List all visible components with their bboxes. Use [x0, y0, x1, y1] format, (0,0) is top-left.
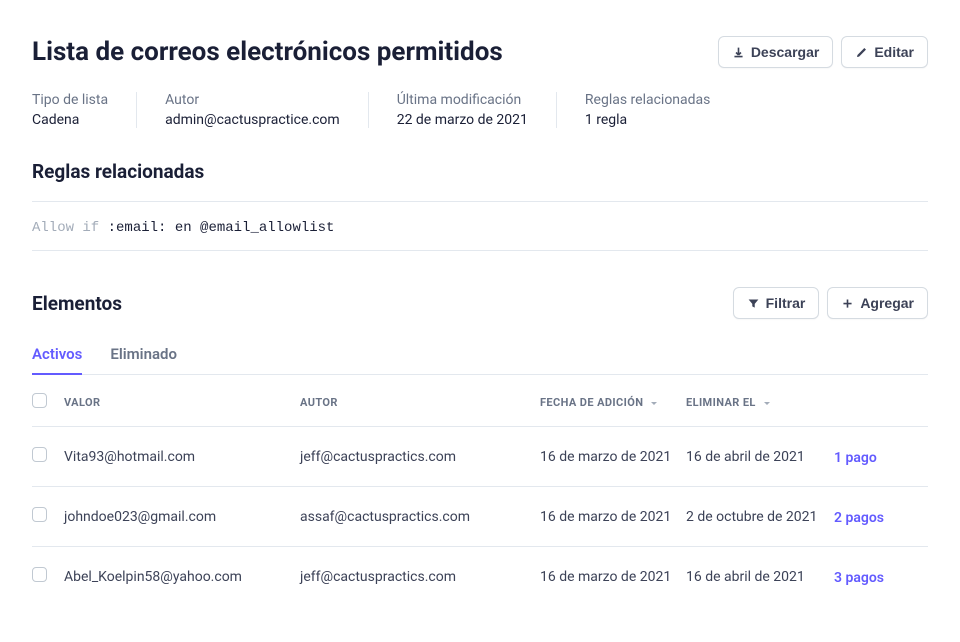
plus-icon [841, 297, 854, 310]
col-fecha-header[interactable]: FECHA DE ADICIÓN [540, 396, 686, 409]
row-checkbox[interactable] [32, 567, 47, 582]
meta-author-label: Autor [165, 92, 340, 108]
edit-label: Editar [874, 44, 914, 60]
page-title: Lista de correos electrónicos permitidos [32, 37, 503, 67]
table-row: Abel_Koelpin58@yahoo.com jeff@cactusprac… [32, 547, 928, 606]
elements-title: Elementos [32, 292, 122, 315]
tab-removed[interactable]: Eliminado [110, 337, 177, 375]
meta-modified: Última modificación 22 de marzo de 2021 [397, 92, 557, 128]
meta-rules: Reglas relacionadas 1 regla [585, 92, 739, 128]
download-icon [732, 46, 745, 59]
cell-autor: jeff@cactuspractics.com [300, 449, 540, 465]
meta-row: Tipo de lista Cadena Autor admin@cactusp… [32, 92, 928, 128]
cell-eliminar: 2 de octubre de 2021 [686, 509, 834, 525]
filter-label: Filtrar [766, 295, 806, 311]
elements-header: Elementos Filtrar Agregar [32, 287, 928, 319]
cell-valor: johndoe023@gmail.com [64, 509, 300, 525]
row-checkbox[interactable] [32, 447, 47, 462]
col-fecha-label: FECHA DE ADICIÓN [540, 396, 643, 409]
row-checkbox[interactable] [32, 507, 47, 522]
col-eliminar-label: ELIMINAR EL [686, 396, 756, 409]
col-eliminar-header[interactable]: ELIMINAR EL [686, 396, 834, 409]
cell-fecha: 16 de marzo de 2021 [540, 569, 686, 585]
cell-valor: Abel_Koelpin58@yahoo.com [64, 569, 300, 585]
meta-author: Autor admin@cactuspractice.com [165, 92, 369, 128]
sort-icon [649, 398, 659, 408]
download-label: Descargar [751, 44, 820, 60]
header-actions: Descargar Editar [718, 36, 928, 68]
cell-autor: jeff@cactuspractics.com [300, 569, 540, 585]
sort-icon [762, 398, 772, 408]
pago-link[interactable]: 1 pago [834, 450, 877, 466]
download-button[interactable]: Descargar [718, 36, 834, 68]
meta-type-value: Cadena [32, 112, 108, 128]
meta-type: Tipo de lista Cadena [32, 92, 137, 128]
rules-section-title: Reglas relacionadas [32, 160, 928, 183]
col-autor-header[interactable]: AUTOR [300, 396, 540, 409]
meta-modified-value: 22 de marzo de 2021 [397, 112, 528, 128]
select-all-checkbox[interactable] [32, 393, 47, 408]
meta-type-label: Tipo de lista [32, 92, 108, 108]
rule-code: Allow if :email: en @email_allowlist [32, 220, 334, 236]
pago-link[interactable]: 3 pagos [834, 570, 884, 586]
elements-actions: Filtrar Agregar [733, 287, 928, 319]
add-button[interactable]: Agregar [827, 287, 928, 319]
rule-body: :email: en @email_allowlist [108, 220, 335, 236]
table-row: johndoe023@gmail.com assaf@cactuspractic… [32, 487, 928, 547]
edit-button[interactable]: Editar [841, 36, 928, 68]
cell-fecha: 16 de marzo de 2021 [540, 509, 686, 525]
page-header: Lista de correos electrónicos permitidos… [32, 36, 928, 68]
meta-rules-value: 1 regla [585, 112, 711, 128]
cell-eliminar: 16 de abril de 2021 [686, 569, 834, 585]
cell-autor: assaf@cactuspractics.com [300, 509, 540, 525]
meta-modified-label: Última modificación [397, 92, 528, 108]
meta-rules-label: Reglas relacionadas [585, 92, 711, 108]
table-row: Vita93@hotmail.com jeff@cactuspractics.c… [32, 427, 928, 487]
col-valor-header[interactable]: VALOR [64, 396, 300, 409]
filter-icon [747, 297, 760, 310]
cell-fecha: 16 de marzo de 2021 [540, 449, 686, 465]
meta-author-value: admin@cactuspractice.com [165, 112, 340, 128]
filter-button[interactable]: Filtrar [733, 287, 820, 319]
rule-block: Allow if :email: en @email_allowlist [32, 201, 928, 251]
rule-keyword: Allow if [32, 220, 108, 236]
table: VALOR AUTOR FECHA DE ADICIÓN ELIMINAR EL… [32, 375, 928, 606]
tabs: Activos Eliminado [32, 337, 928, 375]
pencil-icon [855, 46, 868, 59]
cell-valor: Vita93@hotmail.com [64, 449, 300, 465]
add-label: Agregar [860, 295, 914, 311]
pago-link[interactable]: 2 pagos [834, 510, 884, 526]
cell-eliminar: 16 de abril de 2021 [686, 449, 834, 465]
tab-active[interactable]: Activos [32, 337, 82, 375]
col-check-header [32, 393, 64, 412]
table-header: VALOR AUTOR FECHA DE ADICIÓN ELIMINAR EL [32, 375, 928, 427]
